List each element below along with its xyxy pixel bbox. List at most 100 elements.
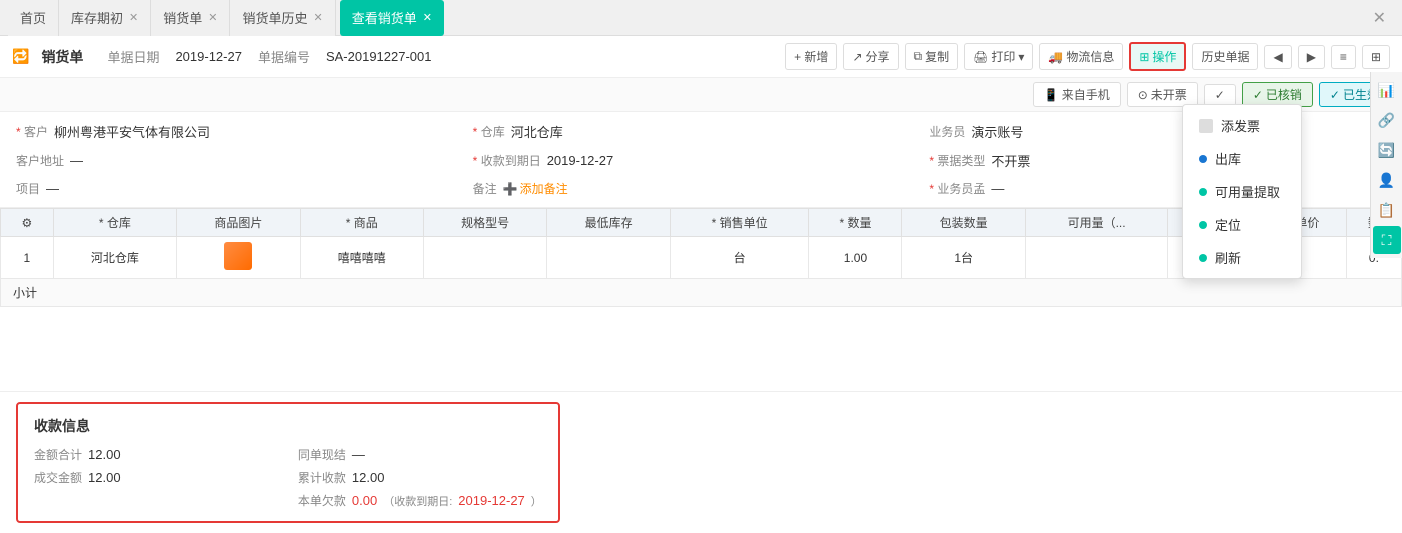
share-button[interactable]: ↗ 分享 [843,43,898,70]
total-amount-row: 金额合计 12.00 [34,446,278,463]
salesperson-field: * 业务员孟 — [929,180,1386,197]
tab-home[interactable]: 首页 [8,0,59,36]
locate-icon [1199,221,1207,229]
tab-home-label: 首页 [20,8,46,27]
from-phone-icon: 📱 [1044,88,1059,102]
row-qty: 1.00 [809,237,902,279]
tab-inventory-init-close[interactable]: ✕ [129,11,138,24]
col-min-stock: 最低库存 [547,209,670,237]
row-no: 1 [1,237,54,279]
due-date-label: * 收款到期日 [473,152,541,169]
dropdown-add-invoice[interactable]: 添发票 [1183,109,1301,142]
tab-inventory-init[interactable]: 库存期初 ✕ [59,0,151,36]
customer-value: 柳州粤港平安气体有限公司 [54,122,210,141]
checked-icon: ✓ [1215,88,1225,102]
tab-view-sales-label: 查看销货单 [352,8,417,27]
tab-sales-order[interactable]: 销货单 ✕ [151,0,230,36]
logistics-button[interactable]: 🚚 物流信息 [1039,43,1123,70]
row-available [1025,237,1167,279]
payment-grid: 金额合计 12.00 同单现结 — 成交金额 12.00 累计收款 12.00 [34,446,542,509]
col-spec: 规格型号 [423,209,546,237]
row-img [177,237,300,279]
cumulative-value: 12.00 [352,470,385,485]
col-img: 商品图片 [177,209,300,237]
invoice-label: * 票据类型 [929,152,985,169]
due-value: 0.00 [352,493,377,508]
col-unit: * 销售单位 [670,209,809,237]
print-button[interactable]: 🖨 打印 ▾ [964,43,1033,70]
tab-view-sales-close[interactable]: ✕ [423,11,432,24]
global-close-button[interactable]: ✕ [1365,8,1394,28]
panel-icon-6[interactable]: ⛶ [1373,226,1401,254]
panel-icon-5[interactable]: 📋 [1373,196,1401,224]
tab-sales-order-close[interactable]: ✕ [208,11,217,24]
history-button[interactable]: 历史单据 [1192,43,1258,70]
panel-icon-4[interactable]: 👤 [1373,166,1401,194]
subtotal-row: 小计 [1,279,1402,307]
tab-sales-history[interactable]: 销货单历史 ✕ [230,0,335,36]
dropdown-locate[interactable]: 定位 [1183,208,1301,241]
view-list-button[interactable]: ≡ [1331,45,1356,69]
dropdown-outbound[interactable]: 出库 [1183,142,1301,175]
copy-label: 复制 [925,48,949,65]
note-placeholder: 添加备注 [520,180,568,197]
col-gear[interactable]: ⚙ [1,209,54,237]
outbound-label: 出库 [1215,149,1241,168]
due-note-end: ） [531,493,542,509]
print-dropdown-icon: ▾ [1018,50,1024,64]
form-row-1: * 客户 柳州粤港平安气体有限公司 * 仓库 河北仓库 业务员 演示账号 [16,122,1386,141]
history-label: 历史单据 [1201,48,1249,65]
row-product: 嘻嘻嘻嘻 [300,237,423,279]
col-available: 可用量（... [1025,209,1167,237]
available-pickup-icon [1199,188,1207,196]
operate-button[interactable]: ⊞ 操作 [1129,42,1186,71]
product-image [224,242,252,270]
dropdown-available-pickup[interactable]: 可用量提取 [1183,175,1301,208]
bottom-section: 收款信息 金额合计 12.00 同单现结 — 成交金额 12.00 累计收款 1… [0,391,1402,533]
no-label: 单据编号 [258,47,310,66]
staff-value: 演示账号 [971,122,1023,141]
new-button[interactable]: + 新增 [785,43,837,70]
doc-icon: 🔁 [12,48,29,65]
payment-info: 收款信息 金额合计 12.00 同单现结 — 成交金额 12.00 累计收款 1… [16,402,560,523]
voided-label: 已核销 [1266,86,1302,103]
main-container: 🔁 销货单 单据日期 2019-12-27 单据编号 SA-20191227-0… [0,36,1402,533]
form-row-2: 客户地址 — * 收款到期日 2019-12-27 * 票据类型 不开票 [16,151,1386,170]
due-date: 2019-12-27 [458,493,525,508]
operate-icon: ⊞ [1139,50,1149,64]
warehouse-value: 河北仓库 [511,122,563,141]
add-note-btn[interactable]: ➕ 添加备注 [503,180,568,197]
view-grid-button[interactable]: ⊞ [1362,45,1390,69]
panel-icon-3[interactable]: 🔄 [1373,136,1401,164]
subtotal-label: 小计 [1,279,1402,307]
col-pack-qty: 包装数量 [902,209,1025,237]
payment-title: 收款信息 [34,416,542,436]
due-date-field: * 收款到期日 2019-12-27 [473,152,930,169]
available-pickup-label: 可用量提取 [1215,182,1280,201]
logistics-icon: 🚚 [1048,50,1063,64]
panel-icon-1[interactable]: 📊 [1373,76,1401,104]
nav-next-button[interactable]: ▶ [1298,45,1325,69]
from-phone-label: 来自手机 [1062,86,1110,103]
panel-icon-2[interactable]: 🔗 [1373,106,1401,134]
dropdown-refresh[interactable]: 刷新 [1183,241,1301,274]
tab-sales-history-close[interactable]: ✕ [314,11,323,24]
add-invoice-label: 添发票 [1221,116,1260,135]
deal-amount-label: 成交金额 [34,469,82,486]
same-order-row: 同单现结 — [298,446,542,463]
date-value: 2019-12-27 [175,49,242,64]
address-value: — [70,153,83,168]
checked-button[interactable]: ✓ [1204,84,1236,106]
deal-amount-row: 成交金额 12.00 [34,469,278,486]
copy-button[interactable]: ⧉ 复制 [905,43,959,70]
staff-field: 业务员 演示账号 [929,122,1386,141]
nav-prev-button[interactable]: ◀ [1264,45,1291,69]
row-pack-qty: 1台 [902,237,1025,279]
tab-view-sales[interactable]: 查看销货单 ✕ [340,0,444,36]
project-label: 项目 [16,180,40,197]
from-phone-button[interactable]: 📱 来自手机 [1033,82,1121,107]
note-field: 备注 ➕ 添加备注 [473,180,930,197]
cumulative-label: 累计收款 [298,469,346,486]
project-field: 项目 — [16,180,473,197]
share-icon: ↗ [852,50,862,64]
